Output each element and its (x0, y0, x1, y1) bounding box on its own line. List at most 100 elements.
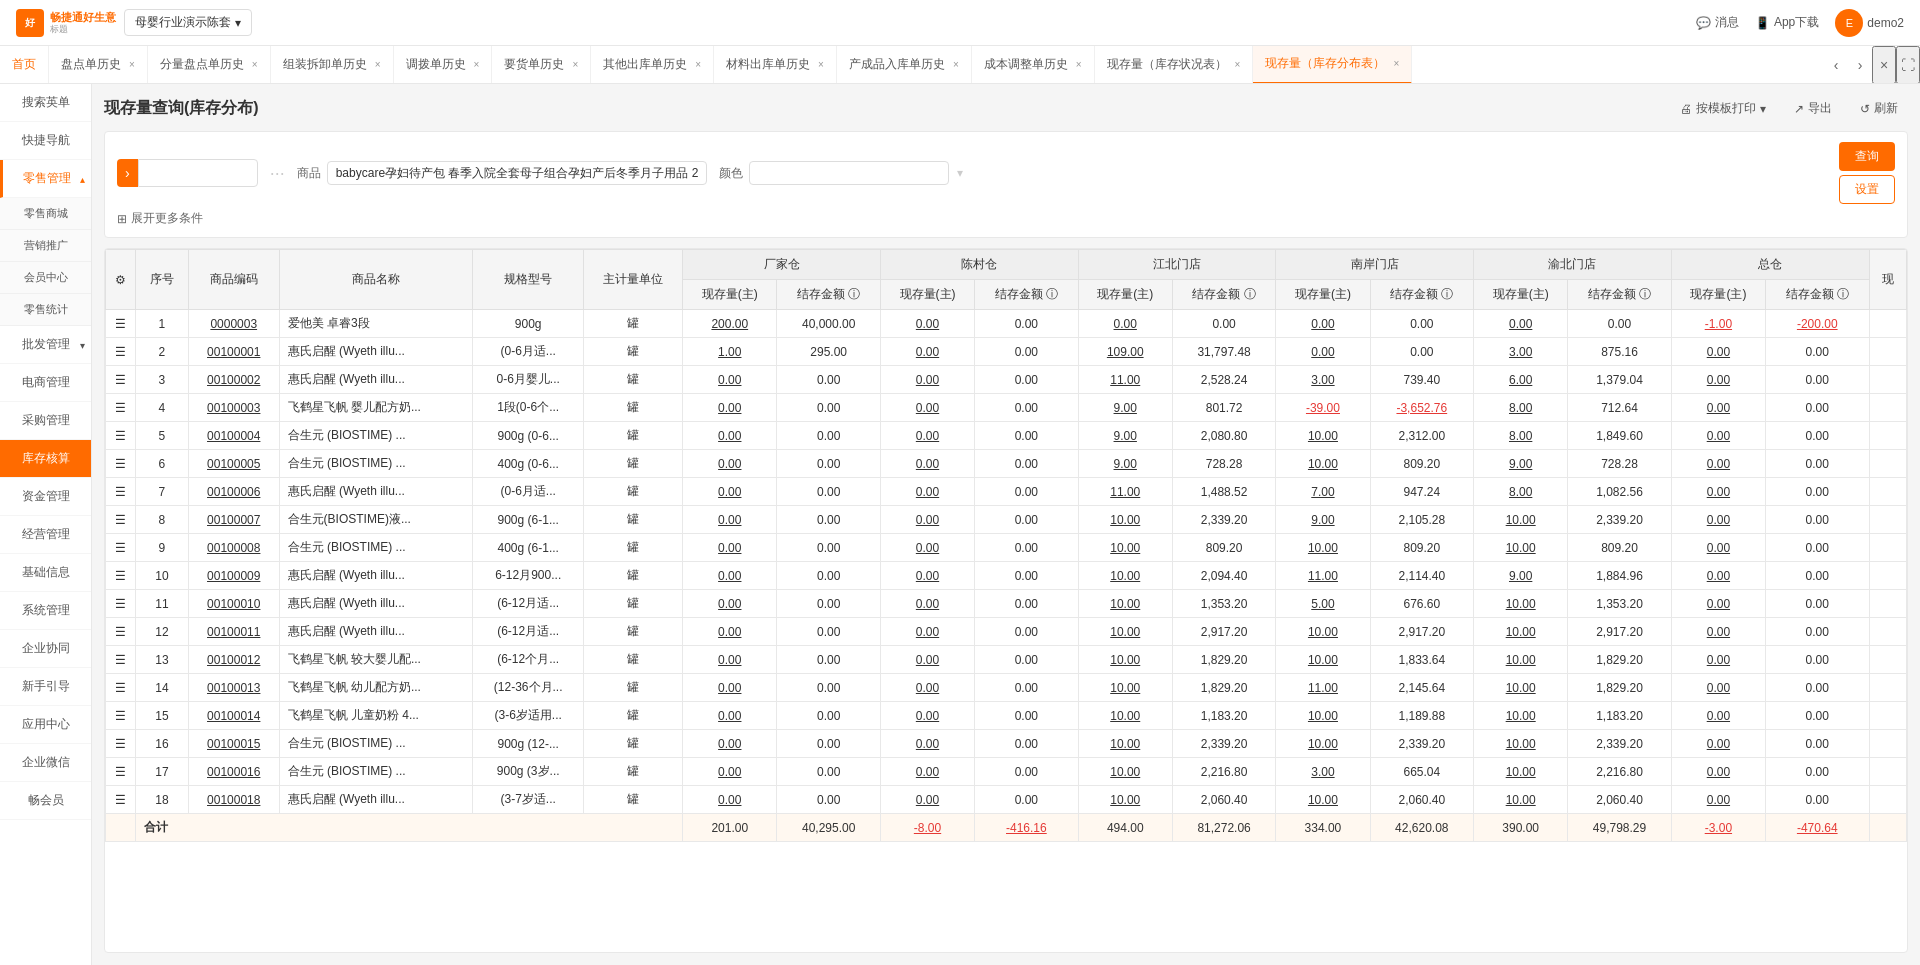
row-yubei-cun[interactable]: 10.00 (1474, 702, 1568, 730)
tab-cailiaochu[interactable]: 材料出库单历史 × (714, 46, 837, 84)
sidebar-item-changyuan[interactable]: 畅会员 (0, 782, 91, 820)
nav-prev-btn[interactable]: ‹ (1824, 46, 1848, 84)
row-nanan-cun[interactable]: 10.00 (1276, 534, 1370, 562)
row-chen-cun[interactable]: 0.00 (880, 674, 974, 702)
sidebar-sub-item-marketing[interactable]: 营销推广 (0, 230, 91, 262)
row-yubei-cun[interactable]: 8.00 (1474, 394, 1568, 422)
row-nanan-cun[interactable]: 0.00 (1276, 310, 1370, 338)
row-nanan-cun[interactable]: 10.00 (1276, 422, 1370, 450)
row-yubei-cun[interactable]: 10.00 (1474, 590, 1568, 618)
row-chen-cun[interactable]: 0.00 (880, 422, 974, 450)
warehouse-expand-btn[interactable]: › (117, 159, 138, 187)
col-gear[interactable]: ⚙ (106, 250, 136, 310)
search-btn[interactable]: 查询 (1839, 142, 1895, 171)
row-nanan-cun[interactable]: 9.00 (1276, 506, 1370, 534)
row-chen-cun[interactable]: 0.00 (880, 394, 974, 422)
row-jiangbei-cun[interactable]: 10.00 (1078, 702, 1172, 730)
row-chen-cun[interactable]: 0.00 (880, 646, 974, 674)
row-yubei-cun[interactable]: 9.00 (1474, 450, 1568, 478)
color-input[interactable] (749, 161, 949, 185)
tab-diaobo-close[interactable]: × (474, 59, 480, 70)
row-nanan-cun[interactable]: 10.00 (1276, 450, 1370, 478)
row-total-cun[interactable]: 0.00 (1671, 366, 1765, 394)
row-total-cun[interactable]: 0.00 (1671, 786, 1765, 814)
sidebar-item-enterprise[interactable]: 企业协同 (0, 630, 91, 668)
row-nanan-cun[interactable]: 10.00 (1276, 786, 1370, 814)
tab-chenben[interactable]: 成本调整单历史 × (972, 46, 1095, 84)
sidebar-sub-item-mall[interactable]: 零售商城 (0, 198, 91, 230)
row-code[interactable]: 00100013 (188, 674, 279, 702)
row-nanan-cun[interactable]: 3.00 (1276, 366, 1370, 394)
row-jiangbei-cun[interactable]: 11.00 (1078, 478, 1172, 506)
row-gear[interactable]: ☰ (106, 478, 136, 506)
row-jiangbei-cun[interactable]: 10.00 (1078, 590, 1172, 618)
tab-cailiaochu-close[interactable]: × (818, 59, 824, 70)
row-yubei-cun[interactable]: 10.00 (1474, 786, 1568, 814)
row-chen-cun[interactable]: 0.00 (880, 618, 974, 646)
row-nanan-cun[interactable]: 10.00 (1276, 730, 1370, 758)
row-total-cun[interactable]: 0.00 (1671, 338, 1765, 366)
row-changjia-cun[interactable]: 0.00 (683, 590, 777, 618)
row-code[interactable]: 00100015 (188, 730, 279, 758)
row-changjia-cun[interactable]: 0.00 (683, 786, 777, 814)
row-code[interactable]: 00100007 (188, 506, 279, 534)
row-jiangbei-cun[interactable]: 10.00 (1078, 562, 1172, 590)
tab-home[interactable]: 首页 (0, 46, 49, 84)
row-jiangbei-cun[interactable]: 10.00 (1078, 534, 1172, 562)
row-jiangbei-cun[interactable]: 10.00 (1078, 730, 1172, 758)
row-code[interactable]: 00100005 (188, 450, 279, 478)
row-total-cun[interactable]: 0.00 (1671, 450, 1765, 478)
row-total-cun[interactable]: 0.00 (1671, 702, 1765, 730)
row-gear[interactable]: ☰ (106, 646, 136, 674)
row-yubei-cun[interactable]: 10.00 (1474, 506, 1568, 534)
settings-btn[interactable]: 设置 (1839, 175, 1895, 204)
tab-yaohuo[interactable]: 要货单历史 × (492, 46, 591, 84)
row-total-cun[interactable]: 0.00 (1671, 674, 1765, 702)
sidebar-item-appcenter[interactable]: 应用中心 (0, 706, 91, 744)
row-chen-cun[interactable]: 0.00 (880, 786, 974, 814)
row-changjia-cun[interactable]: 1.00 (683, 338, 777, 366)
row-yubei-cun[interactable]: 10.00 (1474, 646, 1568, 674)
table-scroll[interactable]: ⚙ 序号 商品编码 商品名称 规格型号 主计量单位 厂家仓 陈村仓 江北门店 南… (105, 249, 1907, 952)
expand-btn[interactable]: ⊞ 展开更多条件 (117, 210, 203, 227)
row-changjia-cun[interactable]: 0.00 (683, 534, 777, 562)
row-nanan-cun[interactable]: 10.00 (1276, 702, 1370, 730)
row-gear[interactable]: ☰ (106, 422, 136, 450)
row-jiangbei-cun[interactable]: 10.00 (1078, 758, 1172, 786)
sidebar-item-purchase[interactable]: 采购管理 (0, 402, 91, 440)
row-code[interactable]: 00100008 (188, 534, 279, 562)
sidebar-sub-item-stats[interactable]: 零售统计 (0, 294, 91, 326)
row-changjia-cun[interactable]: 0.00 (683, 702, 777, 730)
row-chen-cun[interactable]: 0.00 (880, 450, 974, 478)
sidebar-item-inventory[interactable]: 库存核算 (0, 440, 91, 478)
row-yubei-cun[interactable]: 10.00 (1474, 730, 1568, 758)
row-changjia-cun[interactable]: 0.00 (683, 562, 777, 590)
row-changjia-cun[interactable]: 0.00 (683, 730, 777, 758)
sidebar-item-finance[interactable]: 资金管理 (0, 478, 91, 516)
row-yubei-cun[interactable]: 10.00 (1474, 758, 1568, 786)
row-total-cun[interactable]: 0.00 (1671, 590, 1765, 618)
row-code[interactable]: 00100001 (188, 338, 279, 366)
row-nanan-cun[interactable]: -39.00 (1276, 394, 1370, 422)
tab-zuzhichai[interactable]: 组装拆卸单历史 × (271, 46, 394, 84)
tab-kucun-fenbu-close[interactable]: × (1393, 58, 1399, 69)
tab-chancheng[interactable]: 产成品入库单历史 × (837, 46, 972, 84)
sidebar-item-nav[interactable]: 快捷导航 (0, 122, 91, 160)
sidebar-item-retail[interactable]: 零售管理 (0, 160, 91, 198)
row-chen-cun[interactable]: 0.00 (880, 562, 974, 590)
row-chen-cun[interactable]: 0.00 (880, 590, 974, 618)
row-gear[interactable]: ☰ (106, 366, 136, 394)
row-nanan-cun[interactable]: 10.00 (1276, 646, 1370, 674)
row-yubei-cun[interactable]: 0.00 (1474, 310, 1568, 338)
row-code[interactable]: 00100012 (188, 646, 279, 674)
row-gear[interactable]: ☰ (106, 674, 136, 702)
row-jiangbei-cun[interactable]: 0.00 (1078, 310, 1172, 338)
row-yubei-cun[interactable]: 10.00 (1474, 534, 1568, 562)
row-total-cun[interactable]: 0.00 (1671, 478, 1765, 506)
sidebar-item-system[interactable]: 系统管理 (0, 592, 91, 630)
row-jiangbei-cun[interactable]: 10.00 (1078, 674, 1172, 702)
row-gear[interactable]: ☰ (106, 562, 136, 590)
row-changjia-cun[interactable]: 0.00 (683, 674, 777, 702)
sidebar-item-newguide[interactable]: 新手引导 (0, 668, 91, 706)
row-jiangbei-cun[interactable]: 9.00 (1078, 422, 1172, 450)
